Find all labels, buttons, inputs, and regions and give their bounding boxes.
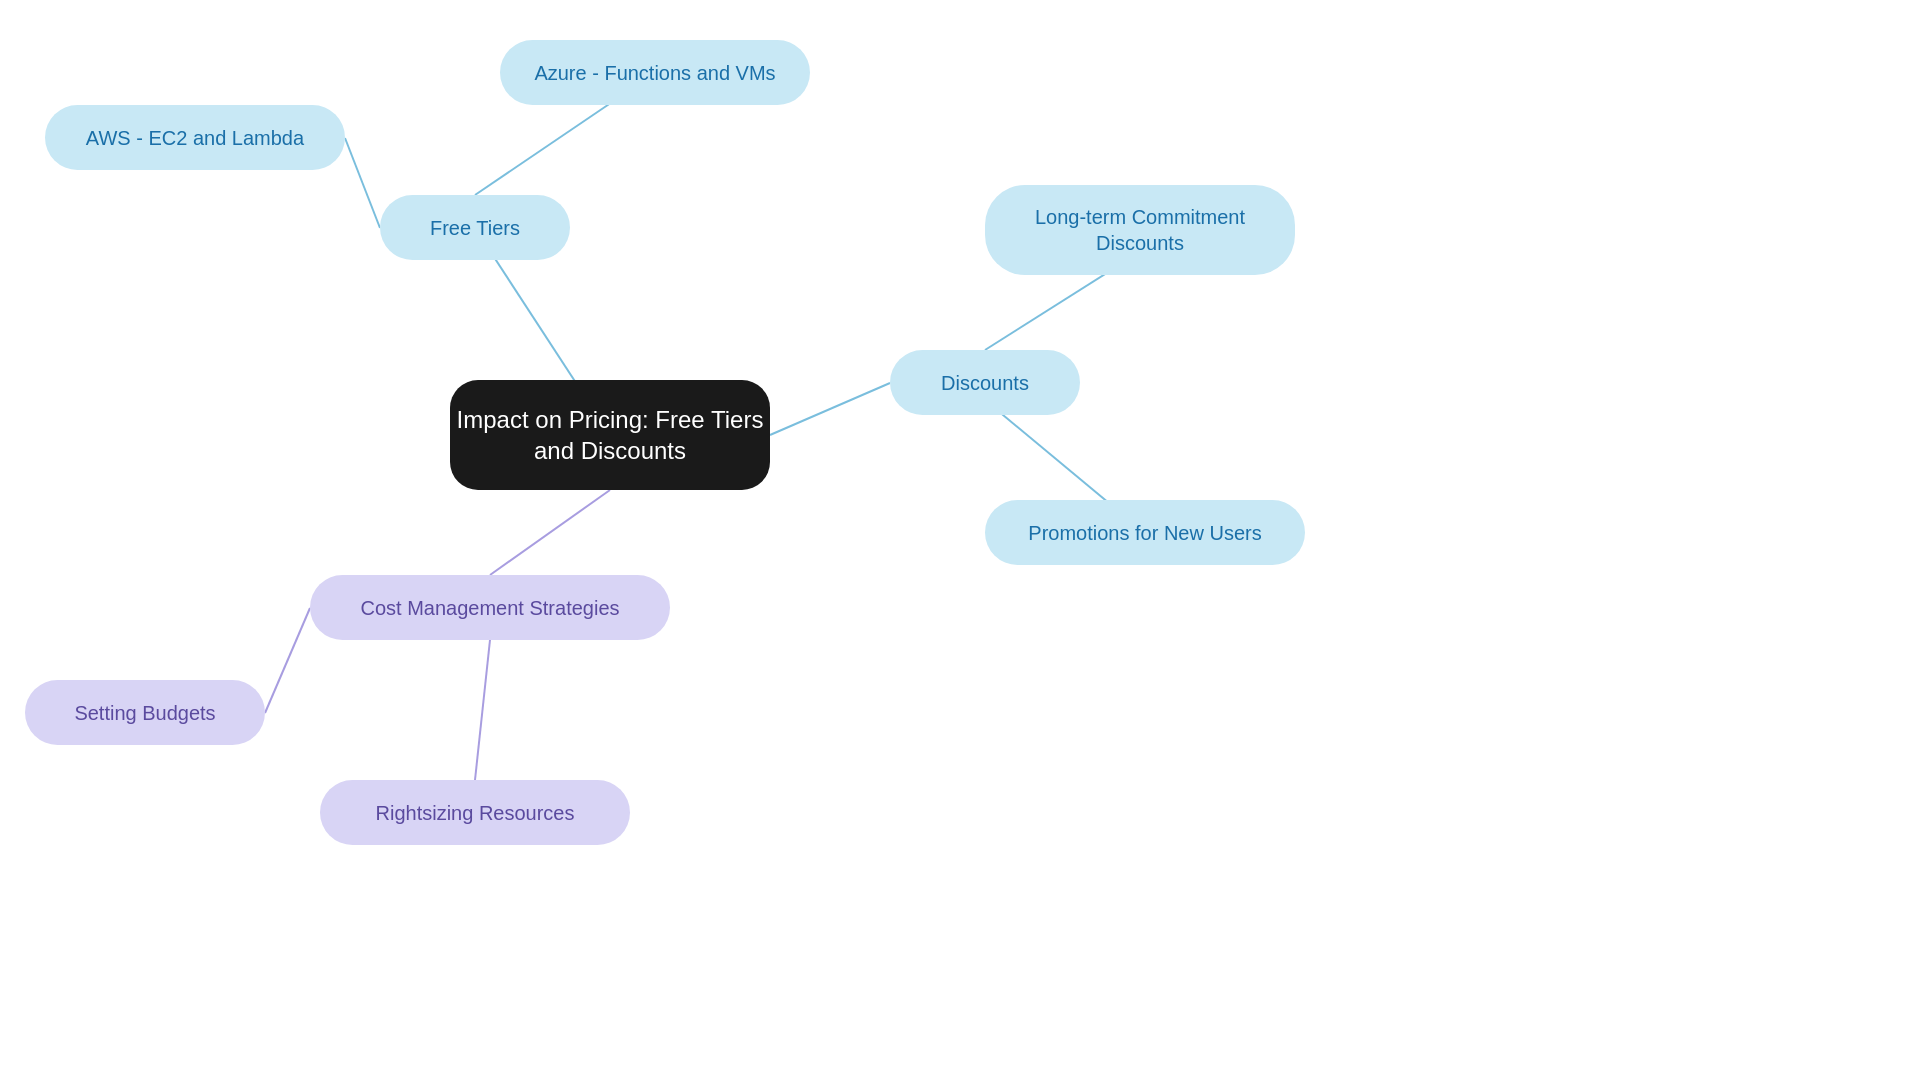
- svg-line-3: [770, 383, 890, 435]
- center-node-label: Impact on Pricing: Free Tiersand Discoun…: [457, 404, 764, 466]
- rightsizing-node[interactable]: Rightsizing Resources: [320, 780, 630, 845]
- promotions-label: Promotions for New Users: [1028, 520, 1261, 546]
- svg-line-7: [265, 608, 310, 713]
- azure-node[interactable]: Azure - Functions and VMs: [500, 40, 810, 105]
- svg-line-8: [475, 640, 490, 780]
- center-node[interactable]: Impact on Pricing: Free Tiersand Discoun…: [450, 380, 770, 490]
- svg-line-6: [490, 490, 610, 575]
- long-term-label: Long-term CommitmentDiscounts: [1035, 204, 1245, 256]
- setting-budgets-node[interactable]: Setting Budgets: [25, 680, 265, 745]
- discounts-node[interactable]: Discounts: [890, 350, 1080, 415]
- discounts-label: Discounts: [941, 370, 1029, 396]
- aws-label: AWS - EC2 and Lambda: [86, 125, 304, 151]
- rightsizing-label: Rightsizing Resources: [376, 800, 575, 826]
- free-tiers-label: Free Tiers: [430, 215, 520, 241]
- cost-management-label: Cost Management Strategies: [360, 595, 619, 621]
- promotions-node[interactable]: Promotions for New Users: [985, 500, 1305, 565]
- svg-line-2: [345, 138, 380, 228]
- long-term-node[interactable]: Long-term CommitmentDiscounts: [985, 185, 1295, 275]
- azure-label: Azure - Functions and VMs: [534, 60, 775, 86]
- aws-node[interactable]: AWS - EC2 and Lambda: [45, 105, 345, 170]
- setting-budgets-label: Setting Budgets: [74, 700, 215, 726]
- cost-management-node[interactable]: Cost Management Strategies: [310, 575, 670, 640]
- free-tiers-node[interactable]: Free Tiers: [380, 195, 570, 260]
